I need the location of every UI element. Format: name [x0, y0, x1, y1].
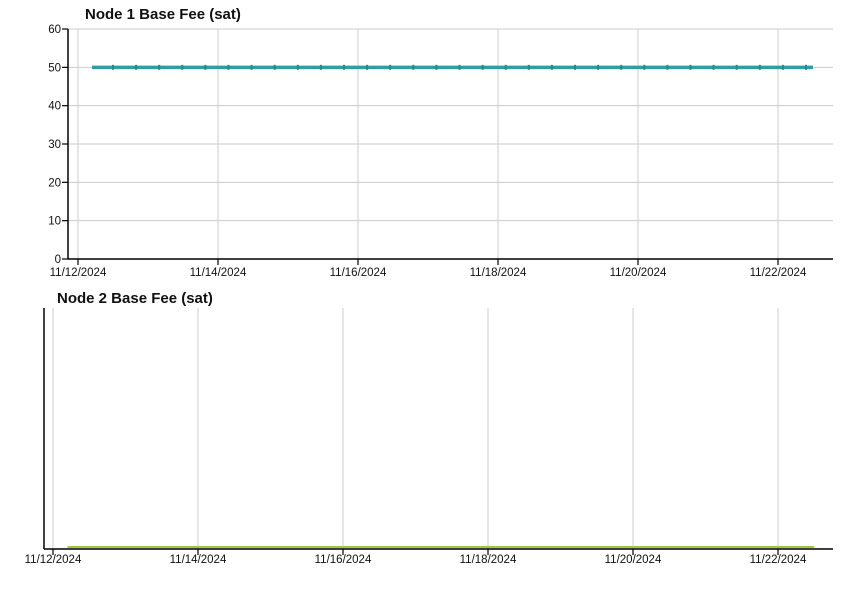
- x-tick-label: 11/14/2024: [190, 267, 247, 279]
- chart-node-2: 11/12/2024 11/14/2024 11/16/2024 11/18/2024…: [25, 290, 833, 566]
- y-tick-label: 40: [48, 101, 61, 113]
- x-tick-label: 11/14/2024: [170, 554, 227, 566]
- x-tick-label: 11/20/2024: [610, 267, 667, 279]
- series-point-marker: [366, 64, 369, 70]
- y-tick-label: 60: [48, 24, 61, 36]
- series-point-marker: [412, 64, 415, 70]
- series-point-marker: [204, 64, 207, 70]
- series-point-marker: [435, 64, 438, 70]
- x-tick-label: 11/18/2024: [470, 267, 527, 279]
- y-tick-label: 50: [48, 62, 61, 74]
- series-point-marker: [158, 64, 161, 70]
- chart-title: Node 1 Base Fee (sat): [85, 6, 241, 23]
- series-point-marker: [504, 64, 507, 70]
- series-point-marker: [758, 64, 761, 70]
- x-tick-label: 11/12/2024: [50, 267, 107, 279]
- series-point-marker: [481, 64, 484, 70]
- series-point-marker: [550, 64, 553, 70]
- series-point-marker: [712, 64, 715, 70]
- series-point-marker: [643, 64, 646, 70]
- series-point-marker: [389, 64, 392, 70]
- series-point-marker: [574, 64, 576, 70]
- series-point-marker: [527, 64, 530, 70]
- y-tick-label: 30: [48, 139, 61, 151]
- chart-node-1: 0 10 20 30 40 50 60 11/12/2024 11/14/2024 11/16/2…: [48, 6, 833, 279]
- y-tick-label: 0: [55, 254, 61, 266]
- x-tick-label: 11/18/2024: [460, 554, 517, 566]
- series-point-marker: [781, 64, 784, 70]
- y-tick-label: 10: [48, 216, 61, 228]
- chart-title: Node 2 Base Fee (sat): [57, 290, 213, 307]
- series-point-marker: [250, 64, 253, 70]
- y-tick-label: 20: [48, 177, 61, 189]
- series-point-marker: [458, 64, 461, 70]
- series-point-marker: [735, 64, 738, 70]
- series-point-marker: [135, 64, 138, 70]
- series-point-marker: [181, 64, 184, 70]
- x-tick-label: 11/22/2024: [750, 554, 807, 566]
- series-point-marker: [296, 64, 299, 70]
- series-point-marker: [689, 64, 692, 70]
- series-point-marker: [666, 64, 669, 70]
- x-tick-label: 11/12/2024: [25, 554, 82, 566]
- series-point-marker: [273, 64, 276, 70]
- x-tick-label: 11/16/2024: [315, 554, 372, 566]
- charts-canvas: 0 10 20 30 40 50 60 11/12/2024 11/14/2024 11/16/2…: [25, 6, 833, 566]
- x-tick-label: 11/16/2024: [330, 267, 387, 279]
- series-point-marker: [343, 64, 345, 70]
- x-tick-label: 11/22/2024: [750, 267, 807, 279]
- series-point-marker: [597, 64, 600, 70]
- series-point-marker: [620, 64, 623, 70]
- series-point-marker: [112, 64, 114, 70]
- series-point-marker: [805, 64, 807, 70]
- x-tick-label: 11/20/2024: [605, 554, 662, 566]
- series-point-marker: [227, 64, 230, 70]
- series-point-marker: [319, 64, 322, 70]
- base-fee-charts-page: 0 10 20 30 40 50 60 11/12/2024 11/14/2024 11/16/2…: [0, 0, 860, 600]
